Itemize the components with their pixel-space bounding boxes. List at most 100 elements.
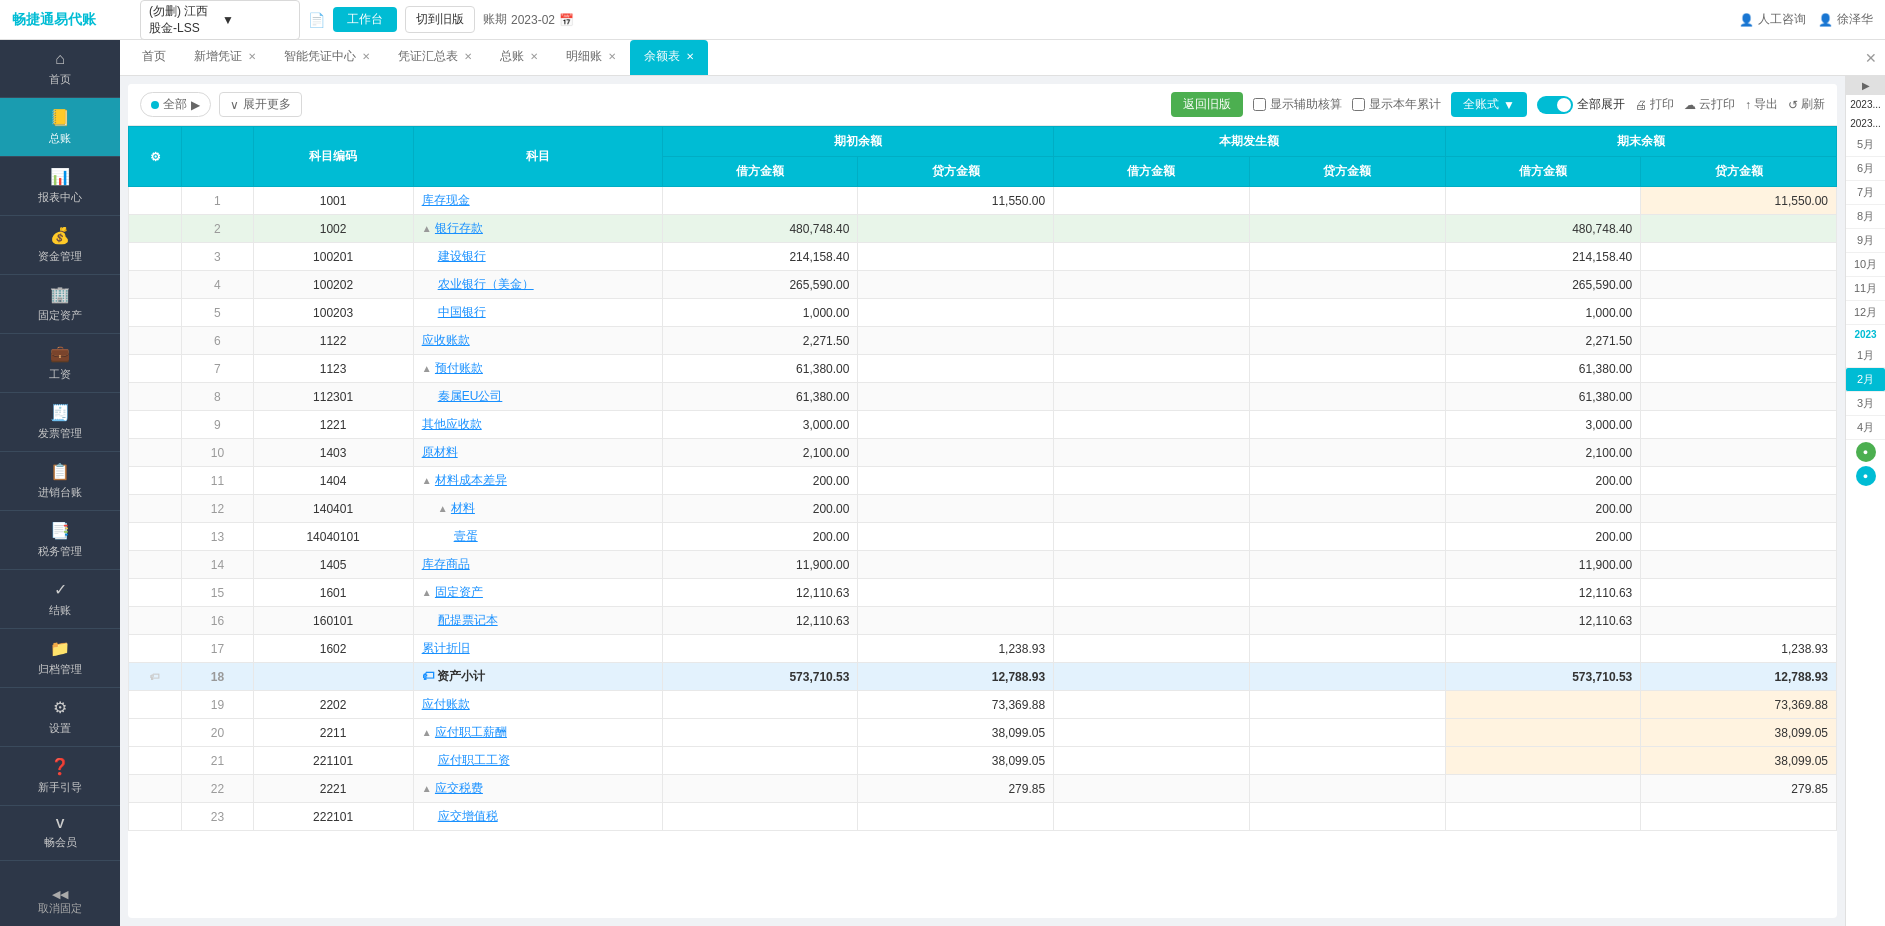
- sidebar-item-member[interactable]: V 畅会员: [0, 806, 120, 861]
- month-3[interactable]: 3月: [1846, 392, 1885, 416]
- tab-detail-ledger[interactable]: 明细账 ✕: [552, 40, 630, 75]
- month-6[interactable]: 6月: [1846, 157, 1885, 181]
- sidebar-item-settle[interactable]: ✓ 结账: [0, 570, 120, 629]
- refresh-button[interactable]: ↺ 刷新: [1788, 96, 1825, 113]
- account-name-link[interactable]: 秦属EU公司: [438, 389, 503, 403]
- row-name[interactable]: 库存现金: [413, 187, 662, 215]
- th-settings[interactable]: ⚙: [129, 127, 182, 187]
- sidebar-bottom-unpin[interactable]: ◀◀ 取消固定: [0, 878, 120, 926]
- row-name[interactable]: 建设银行: [413, 243, 662, 271]
- tab-balance-sheet-close[interactable]: ✕: [686, 51, 694, 62]
- account-name-link[interactable]: 壹蛋: [454, 529, 478, 543]
- user-profile[interactable]: 👤 徐泽华: [1818, 11, 1873, 28]
- tab-smart-voucher[interactable]: 智能凭证中心 ✕: [270, 40, 384, 75]
- right-panel-expand[interactable]: ▶: [1846, 76, 1885, 95]
- export-button[interactable]: ↑ 导出: [1745, 96, 1778, 113]
- row-name[interactable]: 库存商品: [413, 551, 662, 579]
- month-7[interactable]: 7月: [1846, 181, 1885, 205]
- tab-general-ledger[interactable]: 总账 ✕: [486, 40, 552, 75]
- sidebar-item-ledger[interactable]: 📒 总账: [0, 98, 120, 157]
- account-name-link[interactable]: 建设银行: [438, 249, 486, 263]
- row-name[interactable]: ▲ 预付账款: [413, 355, 662, 383]
- row-name[interactable]: 应收账款: [413, 327, 662, 355]
- month-10[interactable]: 10月: [1846, 253, 1885, 277]
- month-2[interactable]: 2月: [1846, 368, 1885, 392]
- account-name-link[interactable]: 材料: [451, 501, 475, 515]
- row-name[interactable]: 🏷 资产小计: [413, 663, 662, 691]
- row-name[interactable]: 应付账款: [413, 691, 662, 719]
- show-ytd-checkbox[interactable]: 显示本年累计: [1352, 96, 1441, 113]
- account-name-link[interactable]: 库存商品: [422, 557, 470, 571]
- tab-new-voucher[interactable]: 新增凭证 ✕: [180, 40, 270, 75]
- format-button[interactable]: 全账式 ▼: [1451, 92, 1527, 117]
- tab-home[interactable]: 首页: [128, 40, 180, 75]
- tab-detail-ledger-close[interactable]: ✕: [608, 51, 616, 62]
- tab-smart-voucher-close[interactable]: ✕: [362, 51, 370, 62]
- month-11[interactable]: 11月: [1846, 277, 1885, 301]
- row-name[interactable]: ▲ 固定资产: [413, 579, 662, 607]
- sidebar-item-home[interactable]: ⌂ 首页: [0, 40, 120, 98]
- row-name[interactable]: 应交增值税: [413, 803, 662, 831]
- row-name[interactable]: 秦属EU公司: [413, 383, 662, 411]
- filter-all-button[interactable]: 全部 ▶: [140, 92, 211, 117]
- sidebar-item-guide[interactable]: ❓ 新手引导: [0, 747, 120, 806]
- month-4[interactable]: 4月: [1846, 416, 1885, 440]
- account-name-link[interactable]: 配提票记本: [438, 613, 498, 627]
- account-name-link[interactable]: 银行存款: [435, 221, 483, 235]
- tab-voucher-summary[interactable]: 凭证汇总表 ✕: [384, 40, 486, 75]
- account-name-link[interactable]: 固定资产: [435, 585, 483, 599]
- row-name[interactable]: ▲ 银行存款: [413, 215, 662, 243]
- tab-new-voucher-close[interactable]: ✕: [248, 51, 256, 62]
- account-name-link[interactable]: 其他应收款: [422, 417, 482, 431]
- row-name[interactable]: 配提票记本: [413, 607, 662, 635]
- account-name-link[interactable]: 累计折旧: [422, 641, 470, 655]
- month-1[interactable]: 1月: [1846, 344, 1885, 368]
- row-name[interactable]: 农业银行（美金）: [413, 271, 662, 299]
- row-name[interactable]: ▲ 应交税费: [413, 775, 662, 803]
- account-name-link[interactable]: 库存现金: [422, 193, 470, 207]
- sidebar-item-reports[interactable]: 📊 报表中心: [0, 157, 120, 216]
- show-auxiliary-checkbox[interactable]: 显示辅助核算: [1253, 96, 1342, 113]
- month-12[interactable]: 12月: [1846, 301, 1885, 325]
- month-8[interactable]: 8月: [1846, 205, 1885, 229]
- print-button[interactable]: 🖨 打印: [1635, 96, 1674, 113]
- consultant-btn[interactable]: 👤 人工咨询: [1739, 11, 1806, 28]
- month-5[interactable]: 5月: [1846, 133, 1885, 157]
- account-name-link[interactable]: 应收账款: [422, 333, 470, 347]
- return-old-version-button[interactable]: 返回旧版: [1171, 92, 1243, 117]
- row-name[interactable]: 原材料: [413, 439, 662, 467]
- sidebar-item-archive[interactable]: 📁 归档管理: [0, 629, 120, 688]
- account-name-link[interactable]: 应付账款: [422, 697, 470, 711]
- sidebar-item-invoice[interactable]: 🧾 发票管理: [0, 393, 120, 452]
- expand-all-toggle[interactable]: 全部展开: [1537, 96, 1625, 114]
- account-name-link[interactable]: 应付职工薪酬: [435, 725, 507, 739]
- tab-voucher-summary-close[interactable]: ✕: [464, 51, 472, 62]
- sidebar-item-salary[interactable]: 💼 工资: [0, 334, 120, 393]
- company-select[interactable]: (勿删) 江西股金-LSS ▼: [140, 0, 300, 40]
- toggle-switch[interactable]: [1537, 96, 1573, 114]
- expand-more-button[interactable]: ∨ 展开更多: [219, 92, 302, 117]
- workbench-button[interactable]: 工作台: [333, 7, 397, 32]
- auxiliary-checkbox-input[interactable]: [1253, 98, 1266, 111]
- sidebar-item-purchase[interactable]: 📋 进销台账: [0, 452, 120, 511]
- row-name[interactable]: 应付职工工资: [413, 747, 662, 775]
- account-name-link[interactable]: 原材料: [422, 445, 458, 459]
- cloud-print-button[interactable]: ☁ 云打印: [1684, 96, 1735, 113]
- sidebar-item-settings[interactable]: ⚙ 设置: [0, 688, 120, 747]
- account-name-link[interactable]: 材料成本差异: [435, 473, 507, 487]
- account-name-link[interactable]: 应付职工工资: [438, 753, 510, 767]
- row-name[interactable]: ▲ 应付职工薪酬: [413, 719, 662, 747]
- tab-close-all[interactable]: ✕: [1865, 50, 1877, 66]
- row-name[interactable]: 中国银行: [413, 299, 662, 327]
- tab-general-ledger-close[interactable]: ✕: [530, 51, 538, 62]
- ytd-checkbox-input[interactable]: [1352, 98, 1365, 111]
- month-9[interactable]: 9月: [1846, 229, 1885, 253]
- account-name-link[interactable]: 应交税费: [435, 781, 483, 795]
- tab-balance-sheet[interactable]: 余额表 ✕: [630, 40, 708, 75]
- row-name[interactable]: ▲ 材料: [413, 495, 662, 523]
- account-name-link[interactable]: 农业银行（美金）: [438, 277, 534, 291]
- account-name-link[interactable]: 预付账款: [435, 361, 483, 375]
- row-name[interactable]: 其他应收款: [413, 411, 662, 439]
- row-name[interactable]: 壹蛋: [413, 523, 662, 551]
- sidebar-item-tax[interactable]: 📑 税务管理: [0, 511, 120, 570]
